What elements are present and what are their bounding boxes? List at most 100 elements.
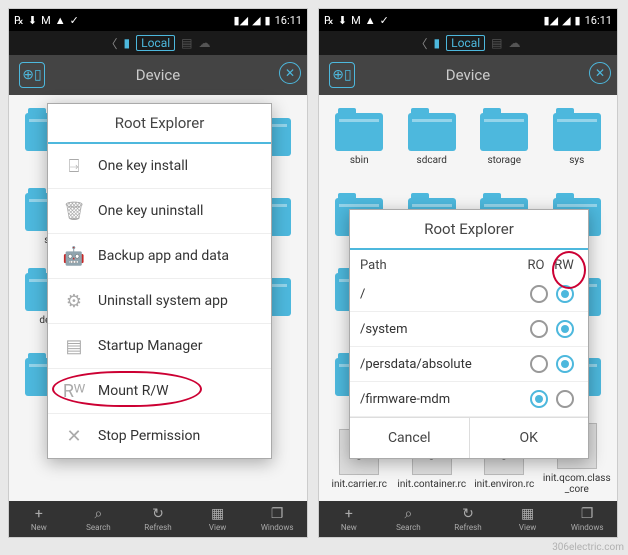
radio-ro[interactable]	[530, 355, 548, 373]
check-icon: ✓	[380, 14, 389, 27]
bottombar-new[interactable]: +New	[9, 501, 69, 537]
status-bar: ℞ ⬇ M ▲ ✓ ▮◢ ◢ ▮ 16:11	[319, 9, 617, 31]
menu-item-label: Stop Permission	[98, 428, 200, 444]
disk-icon: ▤	[181, 36, 192, 50]
mount-row: /persdata/absolute	[350, 347, 588, 382]
cloud-icon: ☁	[199, 36, 211, 50]
battery-icon: ▮	[575, 14, 581, 27]
install-icon: ⍈	[60, 154, 88, 178]
path-bar[interactable]: 〈 ▮ Local ▤ ☁	[319, 31, 617, 55]
refresh-icon: ↻	[152, 506, 164, 522]
chevron-left-icon: 〈	[105, 35, 117, 52]
disk-icon: ▤	[491, 36, 502, 50]
header-title: Device	[19, 66, 297, 84]
cross-icon: ✕	[60, 424, 88, 448]
location-label: Local	[446, 35, 485, 51]
menu-title: Root Explorer	[48, 104, 271, 144]
clock: 16:11	[585, 14, 612, 27]
bottombar-search[interactable]: ⌕Search	[69, 501, 129, 537]
mail-icon: M	[41, 14, 51, 27]
menu-item-label: Startup Manager	[98, 338, 202, 354]
windows-icon: ❐	[271, 506, 284, 522]
rx-icon: ℞	[324, 14, 334, 27]
check-icon: ✓	[70, 14, 79, 27]
warning-icon: ▲	[55, 14, 66, 27]
bottombar-windows[interactable]: ❐Windows	[247, 501, 307, 537]
folder-item[interactable]: sdcard	[396, 99, 469, 179]
mount-row: /firmware-mdm	[350, 382, 588, 417]
folder-item[interactable]: sbin	[323, 99, 396, 179]
path-bar[interactable]: 〈 ▮ Local ▤ ☁	[9, 31, 307, 55]
bottombar-label: Refresh	[454, 523, 481, 532]
menu-item-backup-app-and-data[interactable]: 🤖Backup app and data	[48, 234, 271, 279]
gear-phone-icon: ⚙	[60, 289, 88, 313]
menu-item-startup-manager[interactable]: ▤ Startup Manager	[48, 324, 271, 369]
bottombar-windows[interactable]: ❐Windows	[557, 501, 617, 537]
mount-row: /system	[350, 312, 588, 347]
ok-button[interactable]: OK	[470, 418, 589, 458]
location-label: Local	[136, 35, 175, 51]
signal2-icon: ◢	[562, 14, 570, 27]
clock: 16:11	[275, 14, 302, 27]
bottombar-label: Windows	[261, 523, 294, 532]
menu-item-mount-r-w[interactable]: RᵂMount R/W	[48, 369, 271, 414]
signal2-icon: ◢	[252, 14, 260, 27]
radio-ro[interactable]	[530, 320, 548, 338]
cloud-icon: ☁	[509, 36, 521, 50]
close-icon[interactable]: ✕	[589, 62, 611, 84]
folder-name: sys	[569, 155, 584, 166]
bottombar-refresh[interactable]: ↻Refresh	[128, 501, 188, 537]
menu-item-label: One key install	[98, 158, 188, 174]
menu-item-one-key-install[interactable]: ⍈ One key install	[48, 144, 271, 189]
bottombar-refresh[interactable]: ↻Refresh	[438, 501, 498, 537]
rw-col-label: RW	[550, 258, 578, 273]
menu-item-label: Uninstall system app	[98, 293, 228, 309]
bottombar-label: Search	[86, 523, 111, 532]
menu-item-one-key-uninstall[interactable]: 🗑One key uninstall	[48, 189, 271, 234]
mount-column-header: Path RO RW	[350, 250, 588, 277]
folder-icon	[408, 113, 456, 151]
file-name: init.environ.rc	[474, 479, 534, 490]
file-name: init.carrier.rc	[332, 479, 387, 490]
header-title: Device	[329, 66, 607, 84]
bottombar-view[interactable]: ▦View	[188, 501, 248, 537]
radio-rw[interactable]	[556, 355, 574, 373]
bottombar-new[interactable]: +New	[319, 501, 379, 537]
radio-ro[interactable]	[530, 390, 548, 408]
folder-icon	[553, 113, 601, 151]
bottombar-label: View	[209, 523, 226, 532]
mount-path: /	[360, 287, 526, 302]
radio-ro[interactable]	[530, 285, 548, 303]
sd-icon: ▮	[434, 36, 441, 50]
signal-icon: ▮◢	[544, 14, 559, 27]
cancel-button[interactable]: Cancel	[350, 418, 470, 458]
menu-item-uninstall-system-app[interactable]: ⚙ Uninstall system app	[48, 279, 271, 324]
download-icon: ⬇	[28, 14, 37, 27]
warning-icon: ▲	[365, 14, 376, 27]
folder-item[interactable]: storage	[468, 99, 541, 179]
mount-row: /	[350, 277, 588, 312]
folder-item[interactable]: sys	[541, 99, 614, 179]
bottombar-view[interactable]: ▦View	[498, 501, 558, 537]
rw-icon: Rᵂ	[60, 379, 88, 403]
left-screenshot: ℞ ⬇ M ▲ ✓ ▮◢ ◢ ▮ 16:11 〈 ▮ Local ▤ ☁ ⊕▯ …	[8, 8, 308, 538]
startup-icon: ▤	[60, 334, 88, 358]
menu-item-label: One key uninstall	[98, 203, 203, 219]
radio-rw[interactable]	[556, 390, 574, 408]
radio-rw[interactable]	[556, 320, 574, 338]
windows-icon: ❐	[581, 506, 594, 522]
mount-path: /system	[360, 322, 526, 337]
folder-name: sdcard	[417, 155, 447, 166]
mount-path: /persdata/absolute	[360, 357, 526, 372]
bottombar-search[interactable]: ⌕Search	[379, 501, 439, 537]
mount-rw-dialog: Root Explorer Path RO RW / /system /pers…	[349, 209, 589, 459]
root-explorer-menu: Root Explorer ⍈ One key install 🗑One key u…	[47, 103, 272, 459]
radio-rw[interactable]	[556, 285, 574, 303]
file-name: init.qcom.class_core	[542, 473, 612, 495]
signal-icon: ▮◢	[234, 14, 249, 27]
bottombar-label: Search	[396, 523, 421, 532]
close-icon[interactable]: ✕	[279, 62, 301, 84]
mount-path: /firmware-mdm	[360, 392, 526, 407]
app-header: ⊕▯ Device ✕	[319, 55, 617, 95]
menu-item-stop-permission[interactable]: ✕ Stop Permission	[48, 414, 271, 458]
